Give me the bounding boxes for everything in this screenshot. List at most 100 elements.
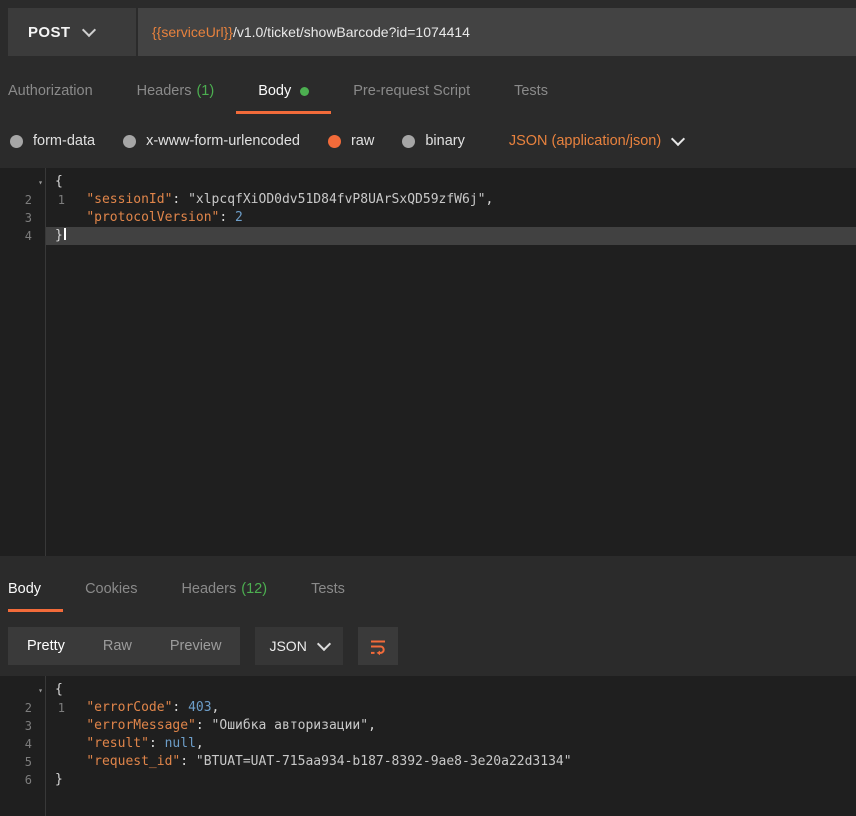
- json-punctuation: :: [219, 210, 236, 225]
- line-number: 4: [24, 229, 32, 243]
- gutter: 2: [0, 699, 45, 717]
- json-string: "Ошибка авторизации": [211, 718, 369, 733]
- code-line: 2 "sessionId": "xlpcqfXiOD0dv51D84fvP8UA…: [0, 191, 856, 209]
- code-line-content: {: [45, 173, 856, 191]
- code-line: 3 "errorMessage": "Ошибка авторизации",: [0, 717, 856, 735]
- line-number: 1: [57, 701, 66, 715]
- tab-body-label: Body: [258, 83, 292, 99]
- line-number: 1: [57, 193, 66, 207]
- response-tabs: Body Cookies Headers (12) Tests: [8, 566, 856, 612]
- json-punctuation: ,: [485, 192, 494, 207]
- gutter: 5: [0, 753, 45, 771]
- text-cursor: [63, 228, 66, 240]
- response-format-select[interactable]: JSON: [255, 627, 343, 665]
- radio-selected-icon: [327, 134, 341, 148]
- wrap-lines-button[interactable]: [357, 627, 398, 665]
- json-number: 2: [235, 210, 243, 225]
- tab-response-body[interactable]: Body: [8, 566, 64, 612]
- content-type-label: JSON (application/json): [508, 133, 662, 149]
- json-key: "sessionId": [86, 192, 173, 207]
- wrap-lines-icon: [370, 640, 385, 656]
- json-key: "protocolVersion": [86, 210, 220, 225]
- headers-count-badge: (1): [196, 83, 215, 99]
- radio-binary-label: binary: [425, 133, 465, 149]
- tab-body[interactable]: Body: [236, 68, 332, 114]
- view-pretty-button[interactable]: Pretty: [8, 627, 84, 665]
- json-punctuation: {: [55, 682, 63, 697]
- radio-urlencoded[interactable]: x-www-form-urlencoded: [123, 133, 300, 149]
- view-raw-button[interactable]: Raw: [84, 627, 151, 665]
- line-number: 3: [24, 719, 32, 733]
- tab-response-headers[interactable]: Headers (12): [159, 566, 289, 612]
- json-key: "errorCode": [86, 700, 173, 715]
- view-preview-button[interactable]: Preview: [151, 627, 241, 665]
- json-punctuation: :: [195, 718, 212, 733]
- fold-caret-icon[interactable]: ▾: [38, 174, 43, 192]
- json-key: "request_id": [86, 754, 181, 769]
- chevron-down-icon: [82, 22, 97, 38]
- request-body-editor[interactable]: 1 ▾ { 2 "sessionId": "xlpcqfXiOD0dv51D84…: [0, 168, 856, 556]
- gutter: 1 ▾: [0, 681, 65, 715]
- tab-response-headers-label: Headers: [181, 581, 237, 597]
- json-punctuation: :: [148, 736, 165, 751]
- gutter: 4: [0, 735, 45, 753]
- line-number: 6: [24, 773, 32, 787]
- radio-binary[interactable]: binary: [402, 133, 465, 149]
- line-number: 2: [24, 701, 32, 715]
- json-punctuation: ,: [368, 718, 376, 733]
- json-number: 403: [188, 700, 212, 715]
- tab-authorization[interactable]: Authorization: [8, 68, 115, 114]
- gutter: 3: [0, 209, 45, 227]
- json-key: "result": [86, 736, 149, 751]
- chevron-down-icon: [671, 131, 686, 147]
- response-toolbar: Pretty Raw Preview JSON: [8, 621, 856, 671]
- line-number: 3: [24, 211, 32, 225]
- line-number: 4: [24, 737, 32, 751]
- json-punctuation: }: [55, 228, 63, 243]
- json-punctuation: :: [172, 192, 189, 207]
- radio-raw[interactable]: raw: [327, 133, 374, 149]
- gutter: 3: [0, 717, 45, 735]
- content-type-selector[interactable]: JSON (application/json): [508, 131, 686, 149]
- gutter: 2: [0, 191, 45, 209]
- code-line-content: }: [45, 227, 856, 245]
- radio-icon: [123, 134, 137, 148]
- method-selector[interactable]: POST: [8, 8, 138, 56]
- json-null: null: [164, 736, 196, 751]
- radio-form-data[interactable]: form-data: [10, 133, 95, 149]
- json-punctuation: :: [172, 700, 189, 715]
- fold-caret-icon[interactable]: ▾: [38, 682, 43, 700]
- tab-tests[interactable]: Tests: [492, 68, 570, 114]
- json-key: "errorMessage": [86, 718, 196, 733]
- tab-response-tests[interactable]: Tests: [289, 566, 367, 612]
- tab-pre-request-script[interactable]: Pre-request Script: [331, 68, 492, 114]
- url-input[interactable]: {{serviceUrl}}/v1.0/ticket/showBarcode?i…: [138, 8, 856, 56]
- tab-headers[interactable]: Headers (1): [115, 68, 237, 114]
- code-line-content: "sessionId": "xlpcqfXiOD0dv51D84fvP8UArS…: [45, 191, 856, 209]
- code-line-content: "errorMessage": "Ошибка авторизации",: [45, 717, 856, 735]
- gutter: 4: [0, 227, 45, 245]
- tab-cookies[interactable]: Cookies: [63, 566, 159, 612]
- json-punctuation: ,: [211, 700, 220, 715]
- code-line-content: "errorCode": 403,: [45, 699, 856, 717]
- response-view-switcher: Pretty Raw Preview: [8, 627, 241, 665]
- postman-app: POST {{serviceUrl}}/v1.0/ticket/showBarc…: [0, 0, 856, 816]
- code-line-content: "result": null,: [45, 735, 856, 753]
- url-path: /v1.0/ticket/showBarcode?id=1074414: [232, 24, 470, 40]
- body-type-selector: form-data x-www-form-urlencoded raw bina…: [10, 114, 856, 168]
- code-line: 1 ▾ {: [0, 173, 856, 207]
- gutter: 1 ▾: [0, 173, 65, 207]
- green-dot-icon: [300, 86, 310, 96]
- code-line: 2 "errorCode": 403,: [0, 699, 856, 717]
- radio-icon: [402, 134, 416, 148]
- chevron-down-icon: [316, 636, 331, 652]
- code-line-content: {: [45, 681, 856, 699]
- response-body-editor[interactable]: 1 ▾ { 2 "errorCode": 403, 3 "errorMessag…: [0, 676, 856, 816]
- code-line: 6 }: [0, 771, 856, 789]
- json-string: "BTUAT=UAT-715aa934-b187-8392-9ae8-3e20a…: [195, 754, 572, 769]
- code-line: 4 "result": null,: [0, 735, 856, 753]
- code-line-content: "protocolVersion": 2: [45, 209, 856, 227]
- code-line-content: "request_id": "BTUAT=UAT-715aa934-b187-8…: [45, 753, 856, 771]
